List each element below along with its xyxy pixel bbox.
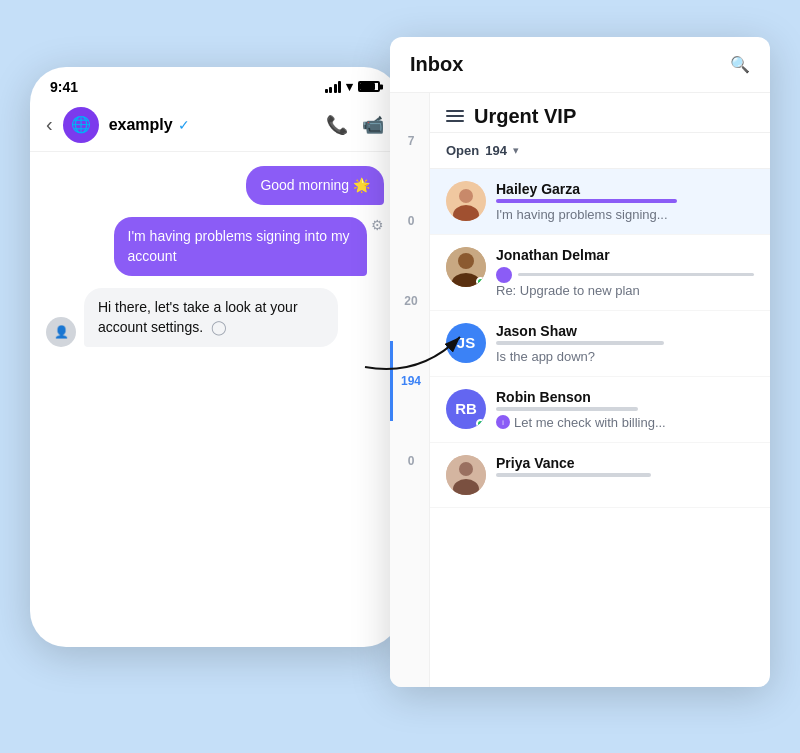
read-indicator: ⚙ — [371, 217, 384, 276]
conv-content-priya: Priya Vance — [496, 455, 754, 495]
conv-preview-jason: Is the app down? — [496, 349, 754, 364]
count-194: 194 — [390, 341, 429, 421]
inbox-header: Inbox 🔍 — [390, 37, 770, 93]
filter-bar: Open 194 ▾ — [430, 133, 770, 169]
message-text-2: I'm having problems signing into my acco… — [128, 228, 350, 264]
wifi-icon: ▾ — [346, 79, 353, 94]
conv-bar-priya — [496, 473, 651, 477]
conv-name-jonathan: Jonathan Delmar — [496, 247, 754, 263]
small-icon-robin: i — [496, 415, 510, 429]
conv-content-jonathan: Jonathan Delmar Re: Upgrade to new plan — [496, 247, 754, 298]
agent-avatar-icon: 👤 — [54, 325, 69, 339]
conv-preview-hailey: I'm having problems signing... — [496, 207, 754, 222]
chat-area: Good morning 🌟 I'm having problems signi… — [30, 152, 400, 362]
counts-column: 7 0 20 194 0 — [390, 93, 430, 687]
conv-item-hailey[interactable]: Hailey Garza I'm having problems signing… — [430, 169, 770, 235]
small-bar-jonathan — [518, 273, 754, 276]
status-time: 9:41 — [50, 79, 78, 95]
status-bar: 9:41 ▾ — [30, 67, 400, 99]
message-bubble-out-2: I'm having problems signing into my acco… — [114, 217, 368, 276]
preview-text-robin: Let me check with billing... — [514, 415, 666, 430]
battery-icon — [358, 81, 380, 92]
urgent-vip-title: Urgent VIP — [474, 105, 576, 128]
conv-avatar-jonathan — [446, 247, 486, 287]
message-row-3: 👤 Hi there, let's take a look at your ac… — [46, 288, 384, 347]
contact-name-area: examply ✓ — [109, 116, 316, 134]
conv-name-hailey: Hailey Garza — [496, 181, 754, 197]
hamburger-icon[interactable] — [446, 110, 464, 122]
inbox-panel: Inbox 🔍 7 0 20 194 0 Urgent VIP — [390, 37, 770, 687]
count-0a: 0 — [390, 181, 429, 261]
svg-point-9 — [459, 462, 473, 476]
message-bubble-out-1: Good morning 🌟 — [246, 166, 384, 206]
conv-name-jason: Jason Shaw — [496, 323, 754, 339]
conv-bar-jason — [496, 341, 664, 345]
status-icons: ▾ — [325, 79, 381, 94]
conv-item-jonathan[interactable]: Jonathan Delmar Re: Upgrade to new plan — [430, 235, 770, 311]
count-0b: 0 — [390, 421, 429, 501]
conv-content-hailey: Hailey Garza I'm having problems signing… — [496, 181, 754, 222]
scene: 9:41 ▾ ‹ 🌐 examply ✓ 📞 — [30, 37, 770, 717]
message-text-1: Good morning 🌟 — [260, 177, 370, 193]
message-row-1: Good morning 🌟 — [46, 166, 384, 206]
count-7: 7 — [390, 101, 429, 181]
conv-item-robin[interactable]: RB Robin Benson i Let me check with bill… — [430, 377, 770, 443]
read-check: ◯ — [211, 319, 227, 335]
urgent-vip-header: Urgent VIP — [430, 93, 770, 133]
conv-bar-robin — [496, 407, 638, 411]
conv-avatar-robin: RB — [446, 389, 486, 429]
inbox-title: Inbox — [410, 53, 463, 76]
conv-preview-robin: i Let me check with billing... — [496, 415, 754, 430]
small-avatar-jonathan — [496, 267, 512, 283]
conv-meta-jonathan — [496, 267, 754, 283]
conv-content-jason: Jason Shaw Is the app down? — [496, 323, 754, 364]
conv-item-jason[interactable]: JS Jason Shaw Is the app down? — [430, 311, 770, 377]
signal-bars-icon — [325, 81, 342, 93]
message-text-3: Hi there, let's take a look at your acco… — [98, 299, 298, 335]
contact-name: examply — [109, 116, 173, 134]
conv-item-priya[interactable]: Priya Vance — [430, 443, 770, 508]
filter-open-count: 194 — [485, 143, 507, 158]
conv-name-priya: Priya Vance — [496, 455, 754, 471]
video-call-icon[interactable]: 📹 — [362, 114, 384, 136]
conv-content-robin: Robin Benson i Let me check with billing… — [496, 389, 754, 430]
agent-avatar: 👤 — [46, 317, 76, 347]
contact-avatar-icon: 🌐 — [71, 115, 91, 134]
online-indicator-jonathan — [476, 277, 485, 286]
conv-bar-hailey — [496, 199, 677, 203]
conv-avatar-priya — [446, 455, 486, 495]
conv-preview-jonathan: Re: Upgrade to new plan — [496, 283, 754, 298]
inbox-body: 7 0 20 194 0 Urgent VIP Open 194 — [390, 93, 770, 687]
contact-avatar: 🌐 — [63, 107, 99, 143]
phone-call-icon[interactable]: 📞 — [326, 114, 348, 136]
svg-point-4 — [458, 253, 474, 269]
conv-avatar-jason: JS — [446, 323, 486, 363]
message-row-2: I'm having problems signing into my acco… — [46, 217, 384, 276]
filter-dropdown-icon[interactable]: ▾ — [513, 144, 519, 157]
search-icon[interactable]: 🔍 — [730, 55, 750, 74]
chat-header: ‹ 🌐 examply ✓ 📞 📹 — [30, 99, 400, 152]
svg-point-1 — [459, 189, 473, 203]
conv-avatar-hailey — [446, 181, 486, 221]
filter-open-label: Open — [446, 143, 479, 158]
phone-mockup: 9:41 ▾ ‹ 🌐 examply ✓ 📞 — [30, 67, 400, 647]
header-actions: 📞 📹 — [326, 114, 384, 136]
conversation-list: Urgent VIP Open 194 ▾ — [430, 93, 770, 687]
count-20: 20 — [390, 261, 429, 341]
online-indicator-robin — [476, 419, 485, 428]
message-bubble-in-1: Hi there, let's take a look at your acco… — [84, 288, 338, 347]
conv-name-robin: Robin Benson — [496, 389, 754, 405]
back-button[interactable]: ‹ — [46, 113, 53, 136]
verified-badge-icon: ✓ — [178, 117, 190, 133]
